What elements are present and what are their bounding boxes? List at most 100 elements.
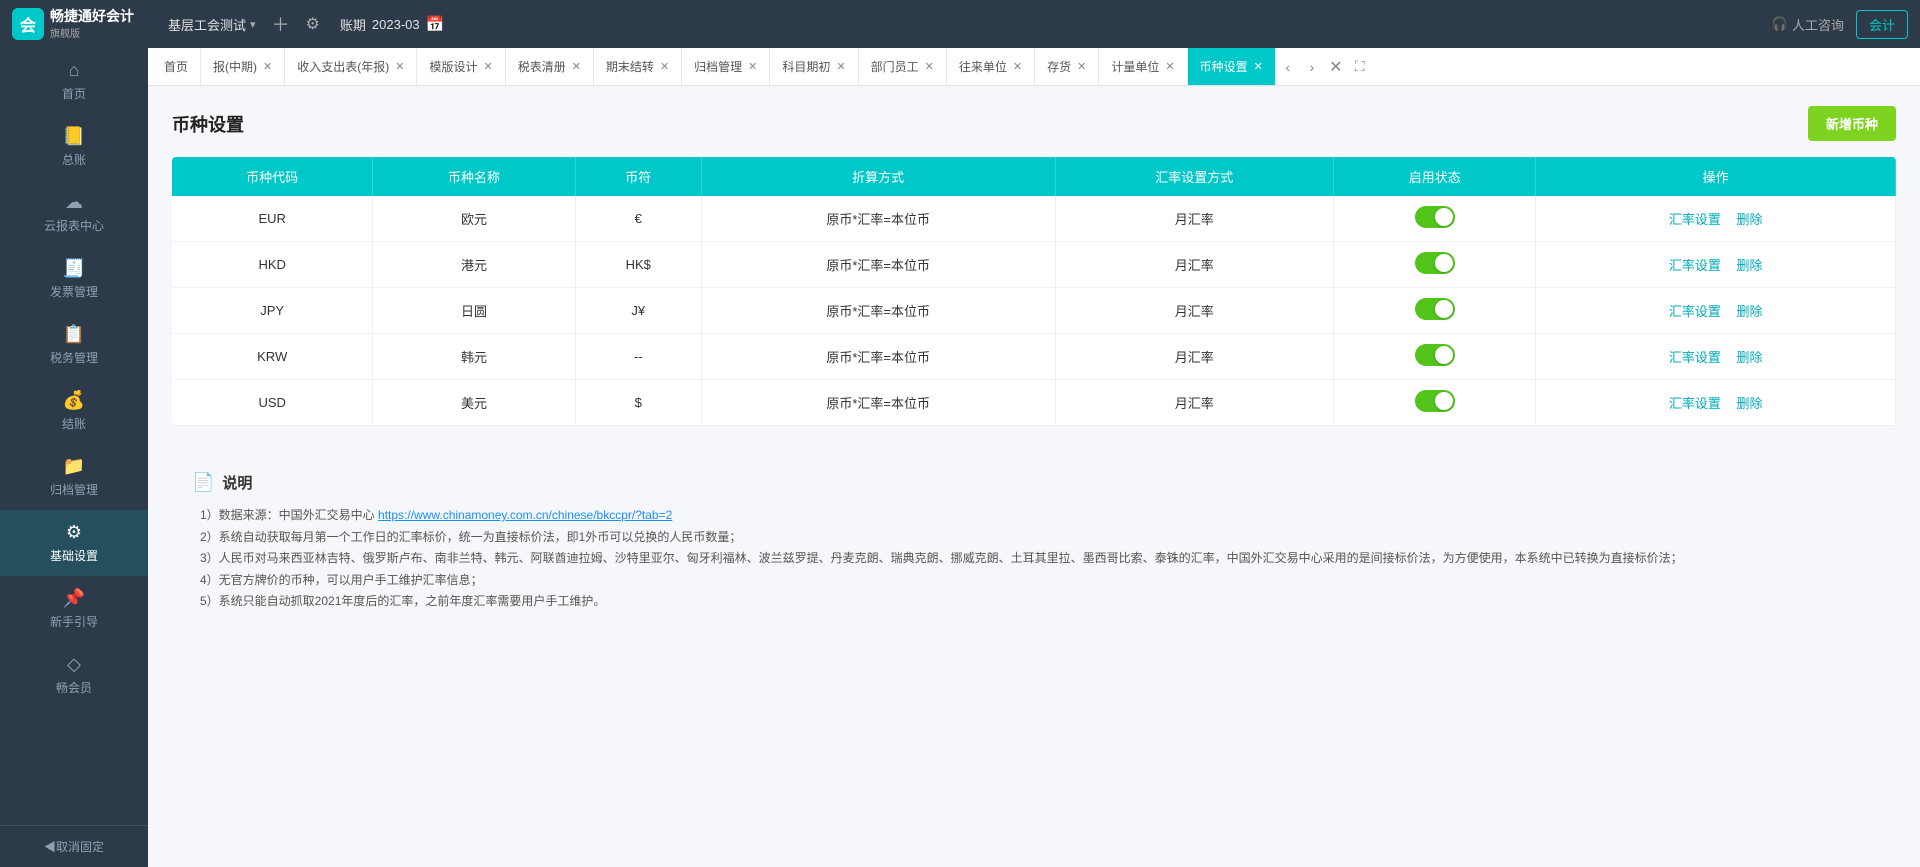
cell-actions: 汇率设置 删除 xyxy=(1536,242,1896,288)
tab-close-subject-init[interactable]: ✕ xyxy=(836,60,845,73)
note-item: 3）人民币对马来西亚林吉特、俄罗斯卢布、南非兰特、韩元、阿联酋迪拉姆、沙特里亚尔… xyxy=(200,548,1876,570)
status-toggle[interactable] xyxy=(1415,252,1455,274)
tab-period-transfer[interactable]: 期末结转 ✕ xyxy=(594,48,682,86)
delete-link[interactable]: 删除 xyxy=(1737,350,1763,365)
tab-close-contacts[interactable]: ✕ xyxy=(1013,60,1022,73)
tab-close-all-button[interactable]: ✕ xyxy=(1324,48,1348,86)
tab-next-button[interactable]: › xyxy=(1300,48,1324,86)
cell-calc: 原币*汇率=本位币 xyxy=(701,334,1055,380)
tab-close-unit[interactable]: ✕ xyxy=(1165,60,1174,73)
status-toggle[interactable] xyxy=(1415,206,1455,228)
headset-icon: 🎧 xyxy=(1772,16,1788,32)
add-tab-button[interactable]: ＋ xyxy=(272,11,290,37)
settings-icon[interactable]: ⚙ xyxy=(306,14,320,34)
rate-setting-link[interactable]: 汇率设置 xyxy=(1669,396,1721,411)
tab-inventory[interactable]: 存货 ✕ xyxy=(1035,48,1099,86)
tab-close-template[interactable]: ✕ xyxy=(483,60,492,73)
company-dropdown-icon[interactable]: ▾ xyxy=(250,18,256,31)
cell-rate-type: 月汇率 xyxy=(1055,196,1334,242)
status-toggle[interactable] xyxy=(1415,344,1455,366)
cell-name: 美元 xyxy=(373,380,575,426)
delete-link[interactable]: 删除 xyxy=(1737,396,1763,411)
currency-table: 币种代码 币种名称 币符 折算方式 汇率设置方式 启用状态 操作 EUR 欧元 … xyxy=(172,157,1896,426)
sidebar-item-archive[interactable]: 📁 归档管理 xyxy=(0,444,148,510)
help-button[interactable]: 🎧 人工咨询 xyxy=(1772,15,1844,34)
delete-link[interactable]: 删除 xyxy=(1737,212,1763,227)
tab-prev-button[interactable]: ‹ xyxy=(1276,48,1300,86)
sidebar-item-tax[interactable]: 📋 税务管理 xyxy=(0,312,148,378)
tab-income-report[interactable]: 收入支出表(年报) ✕ xyxy=(285,48,417,86)
sidebar-item-member[interactable]: ◇ 畅会员 xyxy=(0,642,148,708)
pin-sidebar-button[interactable]: ◀取消固定 xyxy=(0,838,148,855)
cell-calc: 原币*汇率=本位币 xyxy=(701,196,1055,242)
tab-close-income-report[interactable]: ✕ xyxy=(395,60,404,73)
rate-setting-link[interactable]: 汇率设置 xyxy=(1669,258,1721,273)
cell-actions: 汇率设置 删除 xyxy=(1536,196,1896,242)
tab-tax-register[interactable]: 税表清册 ✕ xyxy=(506,48,594,86)
period-display: 账期 2023-03 📅 xyxy=(340,15,444,34)
tab-close-archive-mgmt[interactable]: ✕ xyxy=(748,60,757,73)
member-icon: ◇ xyxy=(67,654,81,675)
cell-name: 港元 xyxy=(373,242,575,288)
chinamoney-link[interactable]: https://www.chinamoney.com.cn/chinese/bk… xyxy=(378,508,672,522)
tab-contacts[interactable]: 往来单位 ✕ xyxy=(947,48,1035,86)
note-item: 5）系统只能自动抓取2021年度后的汇率，之前年度汇率需要用户手工维护。 xyxy=(200,591,1876,613)
cell-calc: 原币*汇率=本位币 xyxy=(701,288,1055,334)
cloud-icon: ☁ xyxy=(65,192,83,213)
note-item: 4）无官方牌价的币种，可以用户手工维护汇率信息； xyxy=(200,570,1876,592)
tab-archive-mgmt[interactable]: 归档管理 ✕ xyxy=(682,48,770,86)
sidebar-item-checkout[interactable]: 💰 结账 xyxy=(0,378,148,444)
table-row: JPY 日圆 J¥ 原币*汇率=本位币 月汇率 汇率设置 删除 xyxy=(172,288,1896,334)
notes-icon: 📄 xyxy=(192,472,214,493)
tab-dept-staff[interactable]: 部门员工 ✕ xyxy=(859,48,947,86)
sidebar-item-guide[interactable]: 📌 新手引导 xyxy=(0,576,148,642)
sidebar-item-settings[interactable]: ⚙ 基础设置 xyxy=(0,510,148,576)
table-row: KRW 韩元 -- 原币*汇率=本位币 月汇率 汇率设置 删除 xyxy=(172,334,1896,380)
account-button[interactable]: 会计 xyxy=(1856,10,1908,39)
tab-close-currency[interactable]: ✕ xyxy=(1254,60,1263,73)
tab-currency[interactable]: 币种设置 ✕ xyxy=(1188,48,1276,86)
cell-rate-type: 月汇率 xyxy=(1055,288,1334,334)
rate-setting-link[interactable]: 汇率设置 xyxy=(1669,350,1721,365)
tab-unit[interactable]: 计量单位 ✕ xyxy=(1099,48,1187,86)
col-header-rate-type: 汇率设置方式 xyxy=(1055,157,1334,196)
tab-close-period-transfer[interactable]: ✕ xyxy=(660,60,669,73)
gear-icon: ⚙ xyxy=(66,522,82,543)
sidebar: ⌂ 首页 📒 总账 ☁ 云报表中心 🧾 发票管理 📋 税务管理 💰 结账 📁 归… xyxy=(0,48,148,867)
app-sub: 旗舰版 xyxy=(50,25,134,40)
tab-expand-button[interactable]: ⛶ xyxy=(1348,48,1372,86)
notes-list: 1）数据来源：中国外汇交易中心 https://www.chinamoney.c… xyxy=(192,505,1876,613)
delete-link[interactable]: 删除 xyxy=(1737,304,1763,319)
sidebar-item-cloud[interactable]: ☁ 云报表中心 xyxy=(0,180,148,246)
calendar-icon[interactable]: 📅 xyxy=(426,15,445,33)
tab-subject-init[interactable]: 科目期初 ✕ xyxy=(770,48,858,86)
tab-template[interactable]: 模版设计 ✕ xyxy=(417,48,505,86)
sidebar-item-home[interactable]: ⌂ 首页 xyxy=(0,48,148,114)
sidebar-footer: ◀取消固定 xyxy=(0,825,148,867)
cell-calc: 原币*汇率=本位币 xyxy=(701,242,1055,288)
cell-symbol: -- xyxy=(575,334,701,380)
col-header-name: 币种名称 xyxy=(373,157,575,196)
new-currency-button[interactable]: 新增币种 xyxy=(1808,106,1896,141)
cell-status xyxy=(1334,288,1536,334)
sidebar-item-ledger[interactable]: 📒 总账 xyxy=(0,114,148,180)
status-toggle[interactable] xyxy=(1415,390,1455,412)
page-title: 币种设置 xyxy=(172,111,244,137)
delete-link[interactable]: 删除 xyxy=(1737,258,1763,273)
tab-close-report-mid[interactable]: ✕ xyxy=(263,60,272,73)
tab-close-inventory[interactable]: ✕ xyxy=(1077,60,1086,73)
guide-icon: 📌 xyxy=(63,588,85,609)
tab-close-dept-staff[interactable]: ✕ xyxy=(925,60,934,73)
tab-close-tax-register[interactable]: ✕ xyxy=(572,60,581,73)
cell-code: JPY xyxy=(172,288,373,334)
status-toggle[interactable] xyxy=(1415,298,1455,320)
rate-setting-link[interactable]: 汇率设置 xyxy=(1669,212,1721,227)
cell-symbol: $ xyxy=(575,380,701,426)
cell-status xyxy=(1334,380,1536,426)
rate-setting-link[interactable]: 汇率设置 xyxy=(1669,304,1721,319)
content-area: 首页 报(中期) ✕ 收入支出表(年报) ✕ 模版设计 ✕ 税表清册 ✕ 期末结… xyxy=(148,48,1920,867)
tab-report-mid[interactable]: 报(中期) ✕ xyxy=(201,48,285,86)
tab-home[interactable]: 首页 xyxy=(152,48,201,86)
sidebar-item-invoice[interactable]: 🧾 发票管理 xyxy=(0,246,148,312)
cell-status xyxy=(1334,242,1536,288)
